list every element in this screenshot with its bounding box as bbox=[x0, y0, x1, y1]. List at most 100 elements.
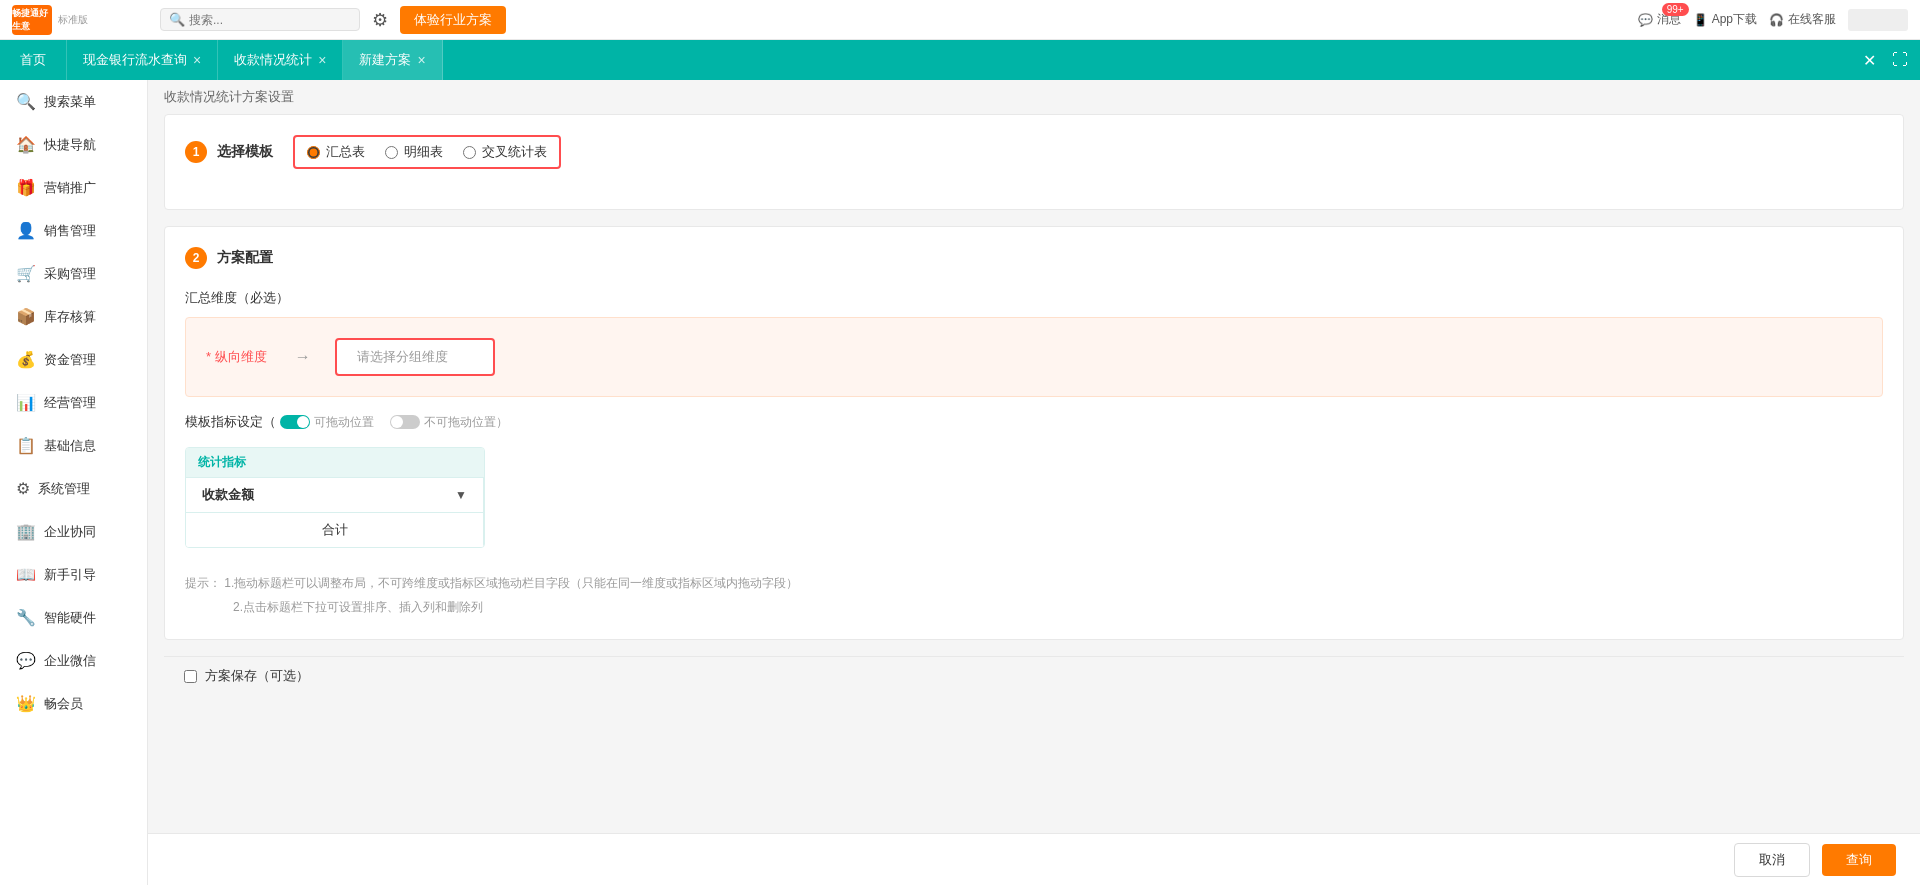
step1-number: 1 bbox=[185, 141, 207, 163]
sidebar-item-wechat[interactable]: 💬 企业微信 bbox=[0, 639, 147, 682]
sidebar-item-marketing-label: 营销推广 bbox=[44, 179, 96, 197]
top-search-area: 🔍 ⚙ 体验行业方案 bbox=[160, 6, 1638, 34]
metrics-section: 模板指标设定（ 可拖动位置 不可拖动位置） 统计指标 收款金额 bbox=[185, 413, 1883, 551]
metrics-col-header[interactable]: 收款金额 ▼ bbox=[186, 478, 484, 512]
win-expand-btn[interactable]: ⛶ bbox=[1888, 51, 1912, 69]
save-option-row: 方案保存（可选） bbox=[164, 656, 1904, 695]
search-menu-icon: 🔍 bbox=[16, 92, 36, 111]
metrics-total-cell: 合计 bbox=[186, 512, 484, 547]
radio-huizong-input[interactable] bbox=[307, 146, 320, 159]
online-service-item[interactable]: 🎧 在线客服 bbox=[1769, 11, 1836, 28]
non-draggable-label: 不可拖动位置） bbox=[424, 414, 508, 431]
bottom-bar: 取消 查询 bbox=[148, 833, 1920, 885]
step1-card: 1 选择模板 汇总表 明细表 交叉统计表 bbox=[164, 114, 1904, 210]
sidebar-item-quicknav[interactable]: 🏠 快捷导航 bbox=[0, 123, 147, 166]
tab-home[interactable]: 首页 bbox=[0, 40, 67, 80]
radio-jiaocha-input[interactable] bbox=[463, 146, 476, 159]
basicinfo-icon: 📋 bbox=[16, 436, 36, 455]
message-badge: 99+ bbox=[1662, 3, 1689, 16]
member-icon: 👑 bbox=[16, 694, 36, 713]
marketing-icon: 🎁 bbox=[16, 178, 36, 197]
sidebar-item-system-label: 系统管理 bbox=[38, 480, 90, 498]
message-item[interactable]: 💬 消息 99+ bbox=[1638, 11, 1681, 28]
user-avatar[interactable] bbox=[1848, 9, 1908, 31]
search-icon: 🔍 bbox=[169, 12, 185, 27]
sidebar-item-finance[interactable]: 💰 资金管理 bbox=[0, 338, 147, 381]
step2-row: 2 方案配置 bbox=[185, 247, 1883, 269]
sidebar-item-sales[interactable]: 👤 销售管理 bbox=[0, 209, 147, 252]
sidebar-item-search[interactable]: 🔍 搜索菜单 bbox=[0, 80, 147, 123]
sidebar-item-quicknav-label: 快捷导航 bbox=[44, 136, 96, 154]
sidebar-item-guide[interactable]: 📖 新手引导 bbox=[0, 553, 147, 596]
brand-logo: 畅捷通好生意 bbox=[12, 5, 52, 35]
system-icon: ⚙ bbox=[16, 479, 30, 498]
step1-label: 选择模板 bbox=[217, 143, 273, 161]
tab-cashflow[interactable]: 现金银行流水查询 × bbox=[67, 40, 218, 80]
top-actions: 💬 消息 99+ 📱 App下载 🎧 在线客服 bbox=[1638, 9, 1908, 31]
sidebar-item-sales-label: 销售管理 bbox=[44, 222, 96, 240]
dimension-area: * 纵向维度 → 请选择分组维度 bbox=[185, 317, 1883, 397]
sidebar-item-hardware-label: 智能硬件 bbox=[44, 609, 96, 627]
tab-newplan-close[interactable]: × bbox=[417, 52, 425, 68]
sidebar-item-basicinfo[interactable]: 📋 基础信息 bbox=[0, 424, 147, 467]
dimension-select[interactable]: 请选择分组维度 bbox=[335, 338, 495, 376]
search-input[interactable] bbox=[189, 13, 329, 27]
query-button[interactable]: 查询 bbox=[1822, 844, 1896, 876]
tab-newplan[interactable]: 新建方案 × bbox=[343, 40, 442, 80]
radio-jiaocha-label: 交叉统计表 bbox=[482, 143, 547, 161]
dimension-row: * 纵向维度 → 请选择分组维度 bbox=[206, 338, 1862, 376]
tip-1: 提示： 1.拖动标题栏可以调整布局，不可跨维度或指标区域拖动栏目字段（只能在同一… bbox=[185, 571, 798, 595]
nav-tabs-right: ✕ ⛶ bbox=[1859, 40, 1920, 80]
sales-icon: 👤 bbox=[16, 221, 36, 240]
step2-label: 方案配置 bbox=[217, 249, 273, 267]
search-bar[interactable]: 🔍 bbox=[160, 8, 360, 31]
sidebar-item-enterprise[interactable]: 🏢 企业协同 bbox=[0, 510, 147, 553]
step2-number: 2 bbox=[185, 247, 207, 269]
sidebar-item-operation[interactable]: 📊 经营管理 bbox=[0, 381, 147, 424]
cancel-button[interactable]: 取消 bbox=[1734, 843, 1810, 877]
sidebar-item-member[interactable]: 👑 畅会员 bbox=[0, 682, 147, 725]
enterprise-icon: 🏢 bbox=[16, 522, 36, 541]
win-close-btn[interactable]: ✕ bbox=[1859, 51, 1880, 70]
app-download-label: App下载 bbox=[1712, 11, 1757, 28]
radio-huizong-label: 汇总表 bbox=[326, 143, 365, 161]
metrics-col-body: 合计 bbox=[186, 512, 484, 547]
tab-cashflow-label: 现金银行流水查询 bbox=[83, 51, 187, 69]
save-checkbox[interactable] bbox=[184, 670, 197, 683]
metrics-config-label: 模板指标设定（ bbox=[185, 413, 276, 431]
top-bar: 畅捷通好生意 标准版 🔍 ⚙ 体验行业方案 💬 消息 99+ 📱 App下载 🎧… bbox=[0, 0, 1920, 40]
radio-mingxi[interactable]: 明细表 bbox=[385, 143, 443, 161]
sidebar-item-inventory[interactable]: 📦 库存核算 bbox=[0, 295, 147, 338]
draggable-toggle[interactable] bbox=[280, 415, 310, 429]
tip-line-1: 提示： 1.拖动标题栏可以调整布局，不可跨维度或指标区域拖动栏目字段（只能在同一… bbox=[185, 571, 1883, 595]
sidebar-item-hardware[interactable]: 🔧 智能硬件 bbox=[0, 596, 147, 639]
tab-collection[interactable]: 收款情况统计 × bbox=[218, 40, 343, 80]
radio-mingxi-label: 明细表 bbox=[404, 143, 443, 161]
tab-newplan-label: 新建方案 bbox=[359, 51, 411, 69]
brand-area: 畅捷通好生意 标准版 bbox=[12, 5, 160, 35]
gear-icon[interactable]: ⚙ bbox=[372, 9, 388, 31]
sidebar-item-operation-label: 经营管理 bbox=[44, 394, 96, 412]
tab-cashflow-close[interactable]: × bbox=[193, 52, 201, 68]
wechat-icon: 💬 bbox=[16, 651, 36, 670]
tab-collection-close[interactable]: × bbox=[318, 52, 326, 68]
dimension-section: 汇总维度（必选） * 纵向维度 → 请选择分组维度 模板指标设定（ bbox=[185, 289, 1883, 619]
industry-button[interactable]: 体验行业方案 bbox=[400, 6, 506, 34]
radio-mingxi-input[interactable] bbox=[385, 146, 398, 159]
operation-icon: 📊 bbox=[16, 393, 36, 412]
app-icon: 📱 bbox=[1693, 13, 1708, 27]
sidebar-item-purchase[interactable]: 🛒 采购管理 bbox=[0, 252, 147, 295]
tab-collection-label: 收款情况统计 bbox=[234, 51, 312, 69]
sidebar-item-marketing[interactable]: 🎁 营销推广 bbox=[0, 166, 147, 209]
sidebar-item-system[interactable]: ⚙ 系统管理 bbox=[0, 467, 147, 510]
non-draggable-toggle bbox=[390, 415, 420, 429]
main-layout: 🔍 搜索菜单 🏠 快捷导航 🎁 营销推广 👤 销售管理 🛒 采购管理 📦 库存核… bbox=[0, 80, 1920, 885]
app-download-item[interactable]: 📱 App下载 bbox=[1693, 11, 1757, 28]
radio-huizong[interactable]: 汇总表 bbox=[307, 143, 365, 161]
metrics-dropdown-icon[interactable]: ▼ bbox=[455, 488, 467, 502]
hardware-icon: 🔧 bbox=[16, 608, 36, 627]
online-service-label: 在线客服 bbox=[1788, 11, 1836, 28]
step1-row: 1 选择模板 汇总表 明细表 交叉统计表 bbox=[185, 135, 1883, 169]
tip-2: 2.点击标题栏下拉可设置排序、插入列和删除列 bbox=[233, 595, 483, 619]
radio-jiaocha[interactable]: 交叉统计表 bbox=[463, 143, 547, 161]
